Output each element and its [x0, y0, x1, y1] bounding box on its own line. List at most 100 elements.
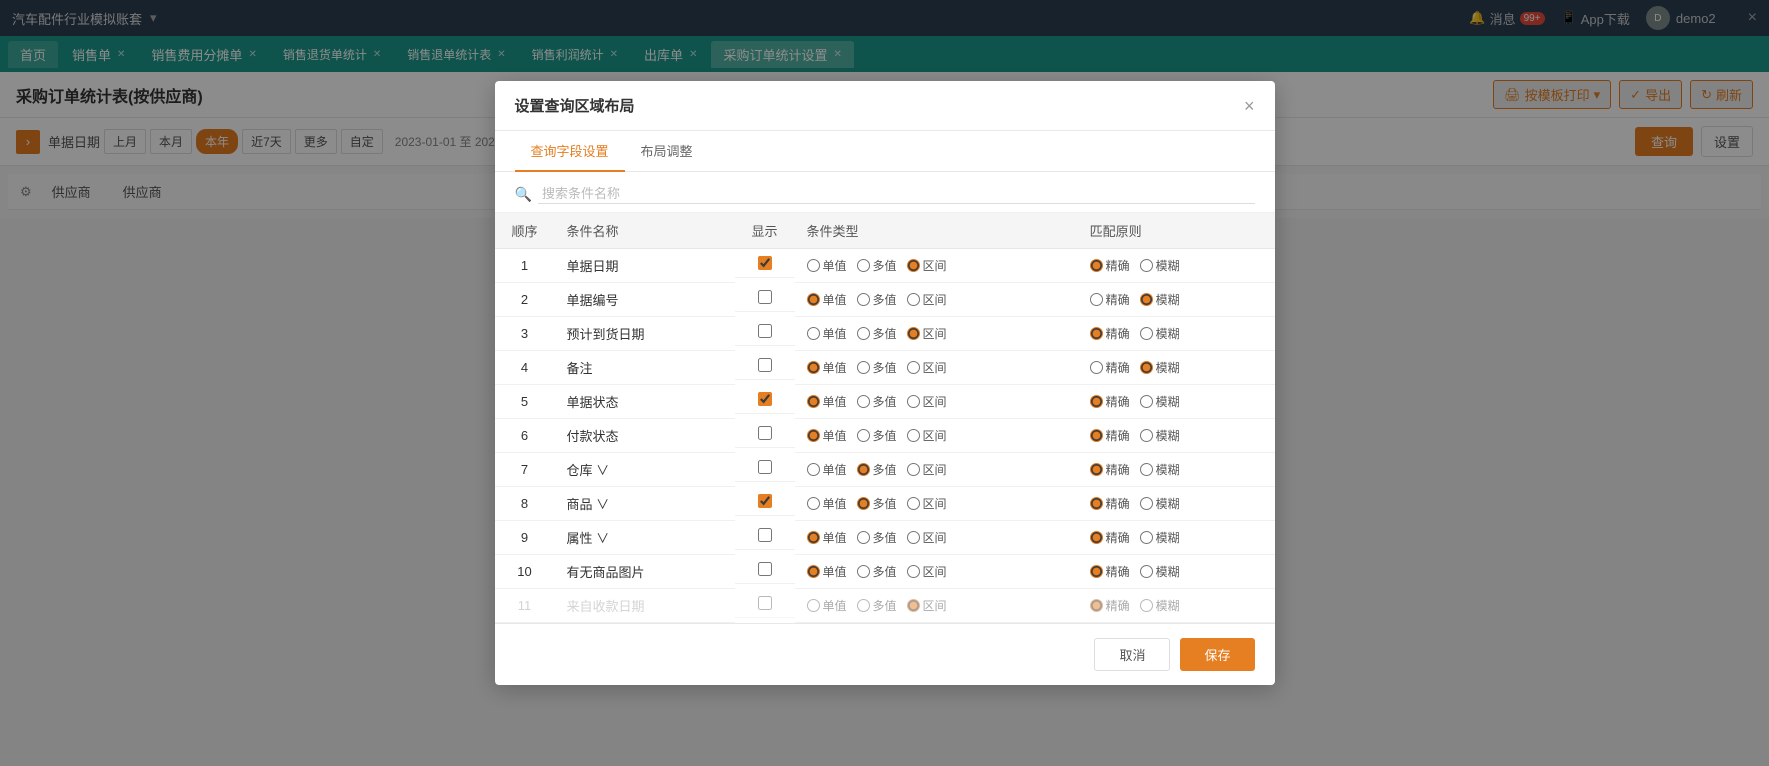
row-type-cell: 单值 多值 区间 [795, 283, 1078, 317]
row-num: 6 [495, 419, 555, 453]
row-name: 预计到货日期 [555, 317, 735, 351]
modal-search-area: 🔍 [495, 172, 1275, 213]
row-name: 单据编号 [555, 283, 735, 317]
th-name: 条件名称 [555, 213, 735, 249]
type-multi-option[interactable]: 多值 [857, 257, 897, 274]
th-match: 匹配原则 [1078, 213, 1275, 249]
modal-tab-layout[interactable]: 布局调整 [625, 131, 709, 172]
row-num: 7 [495, 453, 555, 487]
table-row: 7 仓库 ∨ 单值 多值 区间 [495, 453, 1275, 487]
row-num: 3 [495, 317, 555, 351]
conditions-table: 顺序 条件名称 显示 条件类型 匹配原则 1 单据日期 [495, 213, 1275, 623]
modal-table: 顺序 条件名称 显示 条件类型 匹配原则 1 单据日期 [495, 213, 1275, 623]
row-name: 有无商品图片 [555, 555, 735, 589]
row-display-cell [735, 487, 795, 516]
row-match-cell: 精确 模糊 [1078, 555, 1275, 589]
modal-tab-query-fields[interactable]: 查询字段设置 [515, 131, 625, 172]
display-checkbox[interactable] [758, 596, 772, 610]
row-match-cell: 精确 模糊 [1078, 521, 1275, 555]
row-type-cell: 单值 多值 区间 [795, 351, 1078, 385]
display-checkbox[interactable] [758, 256, 772, 270]
row-match-cell: 精确 模糊 [1078, 453, 1275, 487]
table-row: 1 单据日期 单值 多值 区间 [495, 249, 1275, 283]
row-display-cell [735, 555, 795, 584]
display-checkbox[interactable] [758, 426, 772, 440]
row-match-cell: 精确 模糊 [1078, 487, 1275, 521]
row-type-cell: 单值 多值 区间 [795, 453, 1078, 487]
table-row: 6 付款状态 单值 多值 区间 [495, 419, 1275, 453]
row-type-cell: 单值 多值 区间 [795, 521, 1078, 555]
row-match-cell: 精确 模糊 [1078, 351, 1275, 385]
th-display: 显示 [735, 213, 795, 249]
row-name: 备注 [555, 351, 735, 385]
row-display-cell [735, 521, 795, 550]
cancel-button[interactable]: 取消 [1094, 638, 1170, 671]
row-match-cell: 精确 模糊 [1078, 419, 1275, 453]
table-row: 4 备注 单值 多值 区间 [495, 351, 1275, 385]
row-display-cell [735, 317, 795, 346]
modal-header: 设置查询区域布局 × [495, 81, 1275, 131]
match-exact-option[interactable]: 精确 [1090, 257, 1130, 274]
row-match-cell: 精确 模糊 [1078, 283, 1275, 317]
type-single-option[interactable]: 单值 [807, 257, 847, 274]
table-row: 8 商品 ∨ 单值 多值 区间 [495, 487, 1275, 521]
row-match-cell: 精确 模糊 [1078, 317, 1275, 351]
table-row: 9 属性 ∨ 单值 多值 区间 [495, 521, 1275, 555]
search-input[interactable] [538, 184, 1255, 204]
row-type-cell: 单值 多值 区间 [795, 589, 1078, 623]
display-checkbox[interactable] [758, 290, 772, 304]
search-icon: 🔍 [515, 186, 532, 203]
row-num: 2 [495, 283, 555, 317]
row-display-cell [735, 351, 795, 380]
row-display-cell [735, 249, 795, 278]
row-name: 来自收款日期 [555, 589, 735, 623]
modal-close-button[interactable]: × [1244, 97, 1255, 115]
row-display-cell [735, 589, 795, 618]
modal-footer: 取消 保存 [495, 623, 1275, 685]
row-display-cell [735, 283, 795, 312]
th-order: 顺序 [495, 213, 555, 249]
table-header-row: 顺序 条件名称 显示 条件类型 匹配原则 [495, 213, 1275, 249]
row-name: 仓库 ∨ [555, 453, 735, 487]
row-num: 11 [495, 589, 555, 623]
row-type-cell: 单值 多值 区间 [795, 419, 1078, 453]
th-type: 条件类型 [795, 213, 1078, 249]
type-range-option[interactable]: 区间 [907, 257, 947, 274]
row-match-cell: 精确 模糊 [1078, 589, 1275, 623]
row-display-cell [735, 419, 795, 448]
row-type-cell: 单值 多值 区间 [795, 317, 1078, 351]
table-row: 11 来自收款日期 单值 多值 区间 [495, 589, 1275, 623]
row-match-cell: 精确 模糊 [1078, 385, 1275, 419]
row-name: 商品 ∨ [555, 487, 735, 521]
row-num: 1 [495, 249, 555, 283]
row-num: 5 [495, 385, 555, 419]
modal-overlay: 设置查询区域布局 × 查询字段设置 布局调整 🔍 顺序 条件名称 显示 条件类型 [0, 0, 1769, 766]
display-checkbox[interactable] [758, 562, 772, 576]
row-type-cell: 单值 多值 区间 [795, 555, 1078, 589]
save-button[interactable]: 保存 [1180, 638, 1254, 671]
row-num: 10 [495, 555, 555, 589]
table-row: 2 单据编号 单值 多值 区间 [495, 283, 1275, 317]
modal-title: 设置查询区域布局 [515, 95, 635, 116]
row-type-cell: 单值 多值 区间 [795, 487, 1078, 521]
display-checkbox[interactable] [758, 460, 772, 474]
row-type-cell: 单值 多值 区间 [795, 249, 1078, 283]
display-checkbox[interactable] [758, 528, 772, 542]
row-name: 属性 ∨ [555, 521, 735, 555]
row-display-cell [735, 453, 795, 482]
display-checkbox[interactable] [758, 494, 772, 508]
display-checkbox[interactable] [758, 358, 772, 372]
table-row: 5 单据状态 单值 多值 区间 [495, 385, 1275, 419]
row-name: 单据状态 [555, 385, 735, 419]
table-row: 10 有无商品图片 单值 多值 区间 [495, 555, 1275, 589]
row-num: 9 [495, 521, 555, 555]
row-type-cell: 单值 多值 区间 [795, 385, 1078, 419]
modal-tabs: 查询字段设置 布局调整 [495, 131, 1275, 172]
display-checkbox[interactable] [758, 392, 772, 406]
match-fuzzy-option[interactable]: 模糊 [1140, 257, 1180, 274]
table-row: 3 预计到货日期 单值 多值 区间 [495, 317, 1275, 351]
row-num: 4 [495, 351, 555, 385]
row-match-cell: 精确 模糊 [1078, 249, 1275, 283]
row-name: 单据日期 [555, 249, 735, 283]
display-checkbox[interactable] [758, 324, 772, 338]
